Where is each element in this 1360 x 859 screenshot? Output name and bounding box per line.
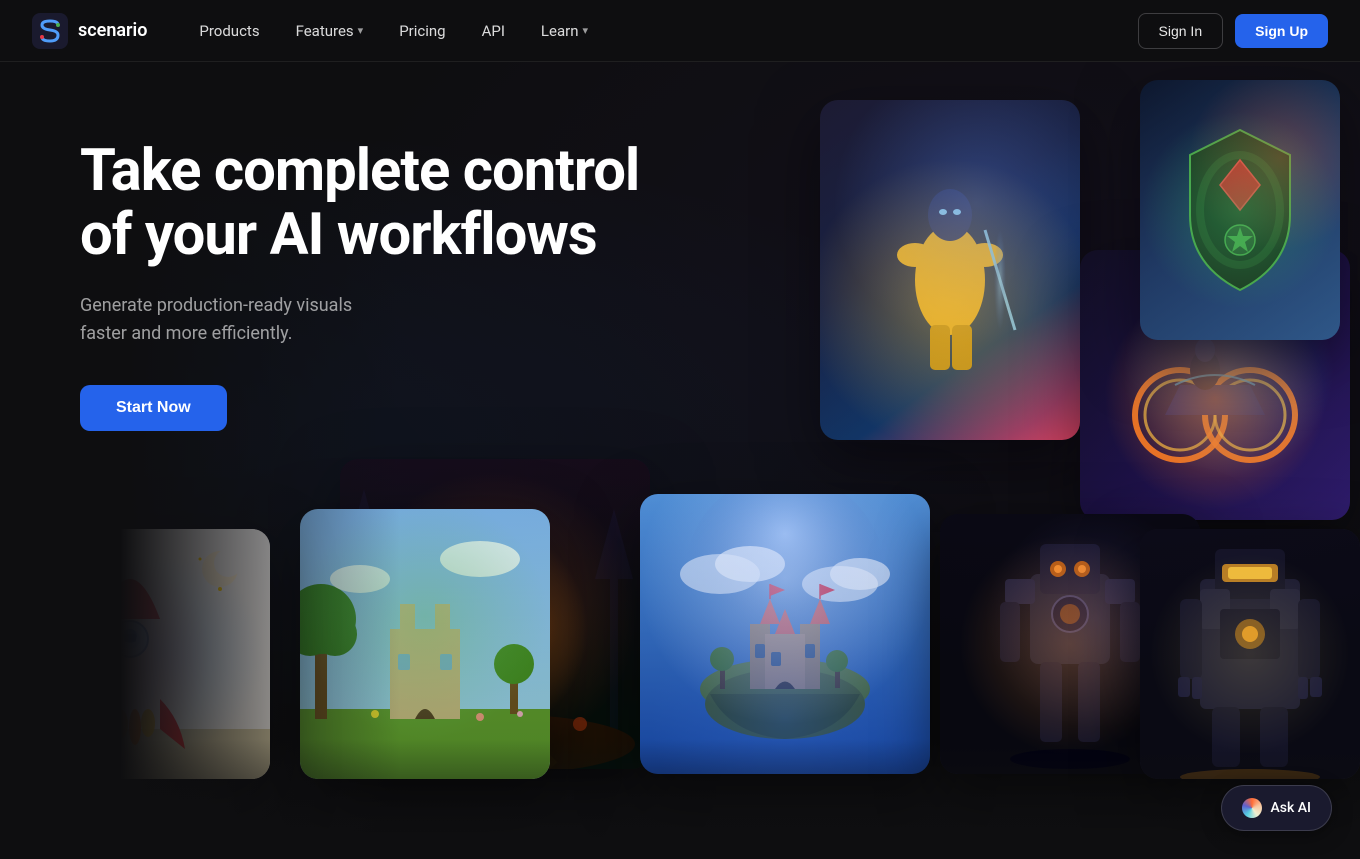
card-robot [940,514,1200,774]
hero-section: Take complete control of your AI workflo… [0,0,1360,859]
shield-illustration [1170,120,1310,300]
ask-ai-label: Ask AI [1270,800,1311,816]
card-warrior-content [820,100,1080,440]
card-shield [1140,80,1340,340]
signin-button[interactable]: Sign In [1138,13,1224,49]
nav-link-learn[interactable]: Learn ▾ [525,14,604,48]
logo-text: scenario [78,20,147,41]
hero-title: Take complete control of your AI workflo… [80,140,639,268]
ask-ai-button[interactable]: Ask AI [1221,785,1332,831]
nav-links: Products Features ▾ Pricing API Learn ▾ [183,14,604,48]
card-shield-content [1140,80,1340,340]
moto-illustration [1115,285,1315,485]
start-now-button[interactable]: Start Now [80,385,227,431]
nav-right: Sign In Sign Up [1138,13,1328,49]
card-robot-content [940,514,1200,774]
navbar: scenario Products Features ▾ Pricing API… [0,0,1360,62]
nav-left: scenario Products Features ▾ Pricing API… [32,13,604,49]
nav-link-api[interactable]: API [466,14,521,48]
card-moto-content [1080,250,1350,520]
robot-illustration [940,514,1200,774]
card-motorcycle [1080,250,1350,520]
logo[interactable]: scenario [32,13,147,49]
card-warrior [820,100,1080,440]
card-floating-castle [640,494,930,774]
hero-subtitle: Generate production-ready visuals faster… [80,292,639,350]
logo-icon [32,13,68,49]
card-castle-content [640,494,930,774]
learn-chevron-icon: ▾ [582,24,588,37]
hero-content: Take complete control of your AI workflo… [80,140,639,431]
warrior-illustration [880,160,1020,380]
nav-link-pricing[interactable]: Pricing [383,14,461,48]
nav-link-features[interactable]: Features ▾ [280,14,380,48]
nav-link-products[interactable]: Products [183,14,275,48]
ai-icon [1242,798,1262,818]
hero-fade-bottom [0,739,1360,859]
signup-button[interactable]: Sign Up [1235,14,1328,48]
castle-illustration [640,494,930,774]
features-chevron-icon: ▾ [358,24,364,37]
